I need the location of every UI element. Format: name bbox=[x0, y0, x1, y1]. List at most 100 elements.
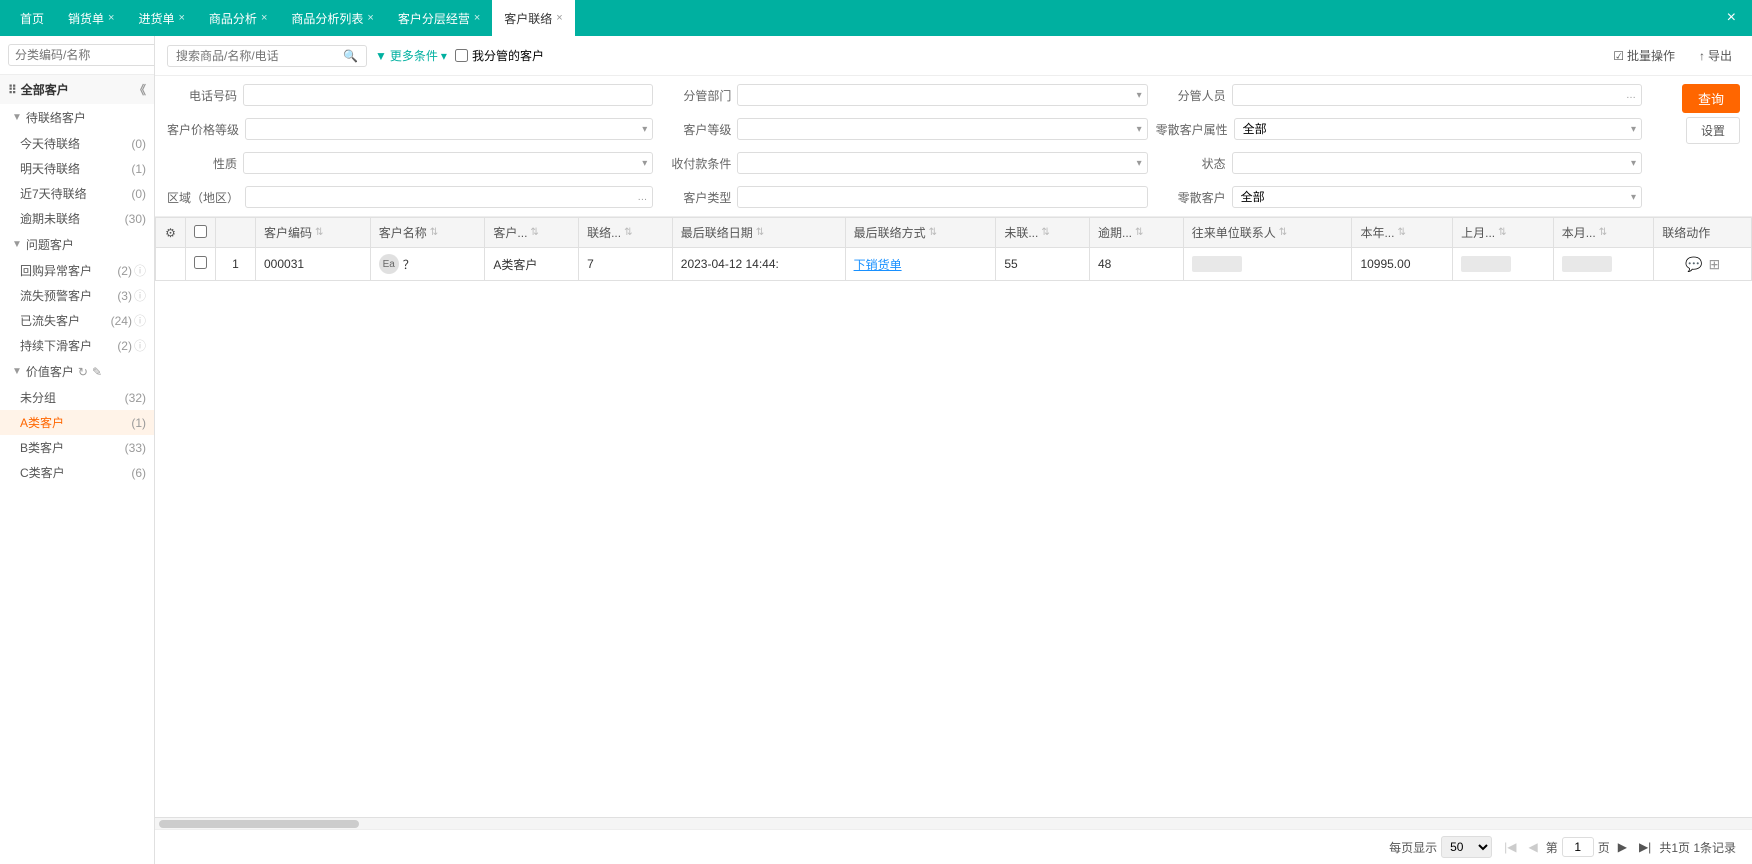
filter-retail-customer: 零散客户 全部 ▾ bbox=[1156, 186, 1642, 208]
nav-customer-contact-close[interactable]: × bbox=[556, 12, 562, 24]
sidebar-item-b-class[interactable]: B类客户 (33) bbox=[0, 435, 154, 460]
customer-type-input[interactable] bbox=[737, 186, 1147, 208]
prev-page-btn[interactable]: ◀ bbox=[1524, 838, 1541, 856]
arrow-down-icon: ▼ bbox=[12, 112, 22, 123]
price-level-label: 客户价格等级 bbox=[167, 121, 239, 138]
nav-analysis-list[interactable]: 商品分析列表 × bbox=[279, 0, 385, 36]
nav-customer-mgmt[interactable]: 客户分层经营 × bbox=[386, 0, 492, 36]
contact-col-header[interactable]: 联络...⇅ bbox=[579, 218, 673, 248]
lastmonth-col-header[interactable]: 上月...⇅ bbox=[1453, 218, 1554, 248]
row-checkbox[interactable] bbox=[194, 256, 207, 269]
uncontact-col-header[interactable]: 未联...⇅ bbox=[996, 218, 1090, 248]
thismonth-col-header[interactable]: 本月...⇅ bbox=[1553, 218, 1654, 248]
my-customers-checkbox[interactable]: 我分管的客户 bbox=[455, 47, 544, 64]
first-page-btn[interactable]: |◀ bbox=[1500, 838, 1520, 856]
sidebar-item-today[interactable]: 今天待联络 (0) bbox=[0, 131, 154, 156]
select-all-checkbox[interactable] bbox=[194, 225, 207, 238]
nav-sales[interactable]: 销货单 × bbox=[56, 0, 126, 36]
more-conditions-btn[interactable]: ▼ 更多条件 ▾ bbox=[375, 47, 447, 64]
query-button[interactable]: 查询 bbox=[1682, 84, 1740, 113]
qr-action-icon[interactable]: ⊞ bbox=[1708, 256, 1720, 273]
name-col-header[interactable]: 客户名称⇅ bbox=[370, 218, 485, 248]
nav-analysis-list-close[interactable]: × bbox=[367, 12, 373, 24]
status-select[interactable] bbox=[1232, 152, 1642, 174]
region-label: 区域（地区） bbox=[167, 189, 239, 206]
sidebar-item-overdue[interactable]: 逾期未联络 (30) bbox=[0, 206, 154, 231]
avatar: Ea bbox=[379, 254, 399, 274]
nav-purchase[interactable]: 进货单 × bbox=[126, 0, 196, 36]
nature-label: 性质 bbox=[167, 155, 237, 172]
thisyear-col-header[interactable]: 本年...⇅ bbox=[1352, 218, 1453, 248]
filter-price-level: 客户价格等级 ▾ bbox=[167, 118, 653, 140]
refresh-icon[interactable]: ↻ bbox=[78, 365, 88, 379]
person-input[interactable] bbox=[1232, 84, 1642, 106]
lastmethod-col-header[interactable]: 最后联络方式⇅ bbox=[845, 218, 996, 248]
sidebar-item-warning[interactable]: 流失预警客户 (3) ⓘ bbox=[0, 283, 154, 308]
sidebar-pending-header[interactable]: ▼ 待联络客户 bbox=[0, 104, 154, 131]
type-col-header[interactable]: 客户...⇅ bbox=[485, 218, 579, 248]
num-col-header bbox=[216, 218, 256, 248]
overdue-col-header[interactable]: 逾期...⇅ bbox=[1090, 218, 1184, 248]
sidebar-item-ungroup[interactable]: 未分组 (32) bbox=[0, 385, 154, 410]
filter-customer-type: 客户类型 bbox=[661, 186, 1147, 208]
nav-analysis-close[interactable]: × bbox=[261, 12, 267, 24]
search-input[interactable] bbox=[176, 49, 343, 63]
filter-bar: 🔍 ▼ 更多条件 ▾ 我分管的客户 ☑ 批量操作 ↑ 导出 bbox=[155, 36, 1752, 76]
nature-select[interactable] bbox=[243, 152, 653, 174]
phone-input[interactable] bbox=[243, 84, 653, 106]
dept-select[interactable] bbox=[737, 84, 1147, 106]
check-col-header[interactable] bbox=[186, 218, 216, 248]
nav-customer-contact[interactable]: 客户联络 × bbox=[492, 0, 574, 36]
price-level-select[interactable] bbox=[245, 118, 653, 140]
payment-select[interactable] bbox=[737, 152, 1147, 174]
customer-level-select[interactable] bbox=[737, 118, 1147, 140]
chat-action-icon[interactable]: 💬 bbox=[1685, 256, 1702, 273]
sidebar-item-declining[interactable]: 持续下滑客户 (2) ⓘ bbox=[0, 333, 154, 358]
sidebar-item-lost[interactable]: 已流失客户 (24) ⓘ bbox=[0, 308, 154, 333]
page-input[interactable] bbox=[1562, 837, 1594, 857]
per-page: 每页显示 50 20 100 bbox=[1389, 836, 1492, 858]
region-input[interactable] bbox=[245, 186, 653, 208]
sidebar-item-7days[interactable]: 近7天待联络 (0) bbox=[0, 181, 154, 206]
row-lastmethod[interactable]: 下销货单 bbox=[845, 248, 996, 281]
sidebar-item-abnormal[interactable]: 回购异常客户 (2) ⓘ bbox=[0, 258, 154, 283]
sidebar-item-tomorrow[interactable]: 明天待联络 (1) bbox=[0, 156, 154, 181]
row-check[interactable] bbox=[186, 248, 216, 281]
code-col-header[interactable]: 客户编码⇅ bbox=[256, 218, 371, 248]
sidebar-search-input[interactable] bbox=[8, 44, 155, 66]
gear-col-header[interactable]: ⚙ bbox=[156, 218, 186, 248]
batch-operation-btn[interactable]: ☑ 批量操作 bbox=[1605, 44, 1683, 67]
row-type: A类客户 bbox=[485, 248, 579, 281]
export-btn[interactable]: ↑ 导出 bbox=[1691, 44, 1740, 67]
sidebar-problem-header[interactable]: ▼ 问题客户 bbox=[0, 231, 154, 258]
my-customers-check[interactable] bbox=[455, 49, 468, 62]
sidebar-all-customers[interactable]: ⠿ 全部客户 《 bbox=[0, 75, 154, 104]
nav-customer-mgmt-close[interactable]: × bbox=[474, 12, 480, 24]
retail-customer-select[interactable]: 全部 bbox=[1232, 186, 1642, 208]
edit-icon[interactable]: ✎ bbox=[92, 365, 102, 379]
per-page-select[interactable]: 50 20 100 bbox=[1441, 836, 1492, 858]
sidebar-item-c-class[interactable]: C类客户 (6) bbox=[0, 460, 154, 485]
lastdate-col-header[interactable]: 最后联络日期⇅ bbox=[672, 218, 845, 248]
search-icon[interactable]: 🔍 bbox=[343, 49, 358, 63]
nav-home[interactable]: 首页 bbox=[8, 0, 56, 36]
setting-button[interactable]: 设置 bbox=[1686, 117, 1740, 144]
retail-attr-select[interactable]: 全部 bbox=[1234, 118, 1642, 140]
nav-sales-close[interactable]: × bbox=[108, 12, 114, 24]
scroll-thumb[interactable] bbox=[159, 820, 359, 828]
nav-analysis[interactable]: 商品分析 × bbox=[197, 0, 279, 36]
sidebar-value-header[interactable]: ▼ 价值客户 ↻ ✎ bbox=[0, 358, 154, 385]
last-page-btn[interactable]: ▶| bbox=[1635, 838, 1655, 856]
export-icon: ↑ bbox=[1699, 49, 1705, 63]
person-label: 分管人员 bbox=[1156, 87, 1226, 104]
window-close-btn[interactable]: × bbox=[1719, 9, 1744, 27]
sidebar-item-a-class[interactable]: A类客户 (1) bbox=[0, 410, 154, 435]
row-thismonth bbox=[1553, 248, 1654, 281]
contact-person-col-header[interactable]: 往来单位联系人⇅ bbox=[1183, 218, 1352, 248]
next-page-btn[interactable]: ▶ bbox=[1614, 838, 1631, 856]
nav-purchase-close[interactable]: × bbox=[178, 12, 184, 24]
action-col-header: 联络动作 bbox=[1654, 218, 1752, 248]
collapse-btn[interactable]: 《 bbox=[134, 81, 146, 98]
region-select-wrap: … bbox=[245, 186, 653, 208]
horizontal-scrollbar[interactable] bbox=[155, 817, 1752, 829]
